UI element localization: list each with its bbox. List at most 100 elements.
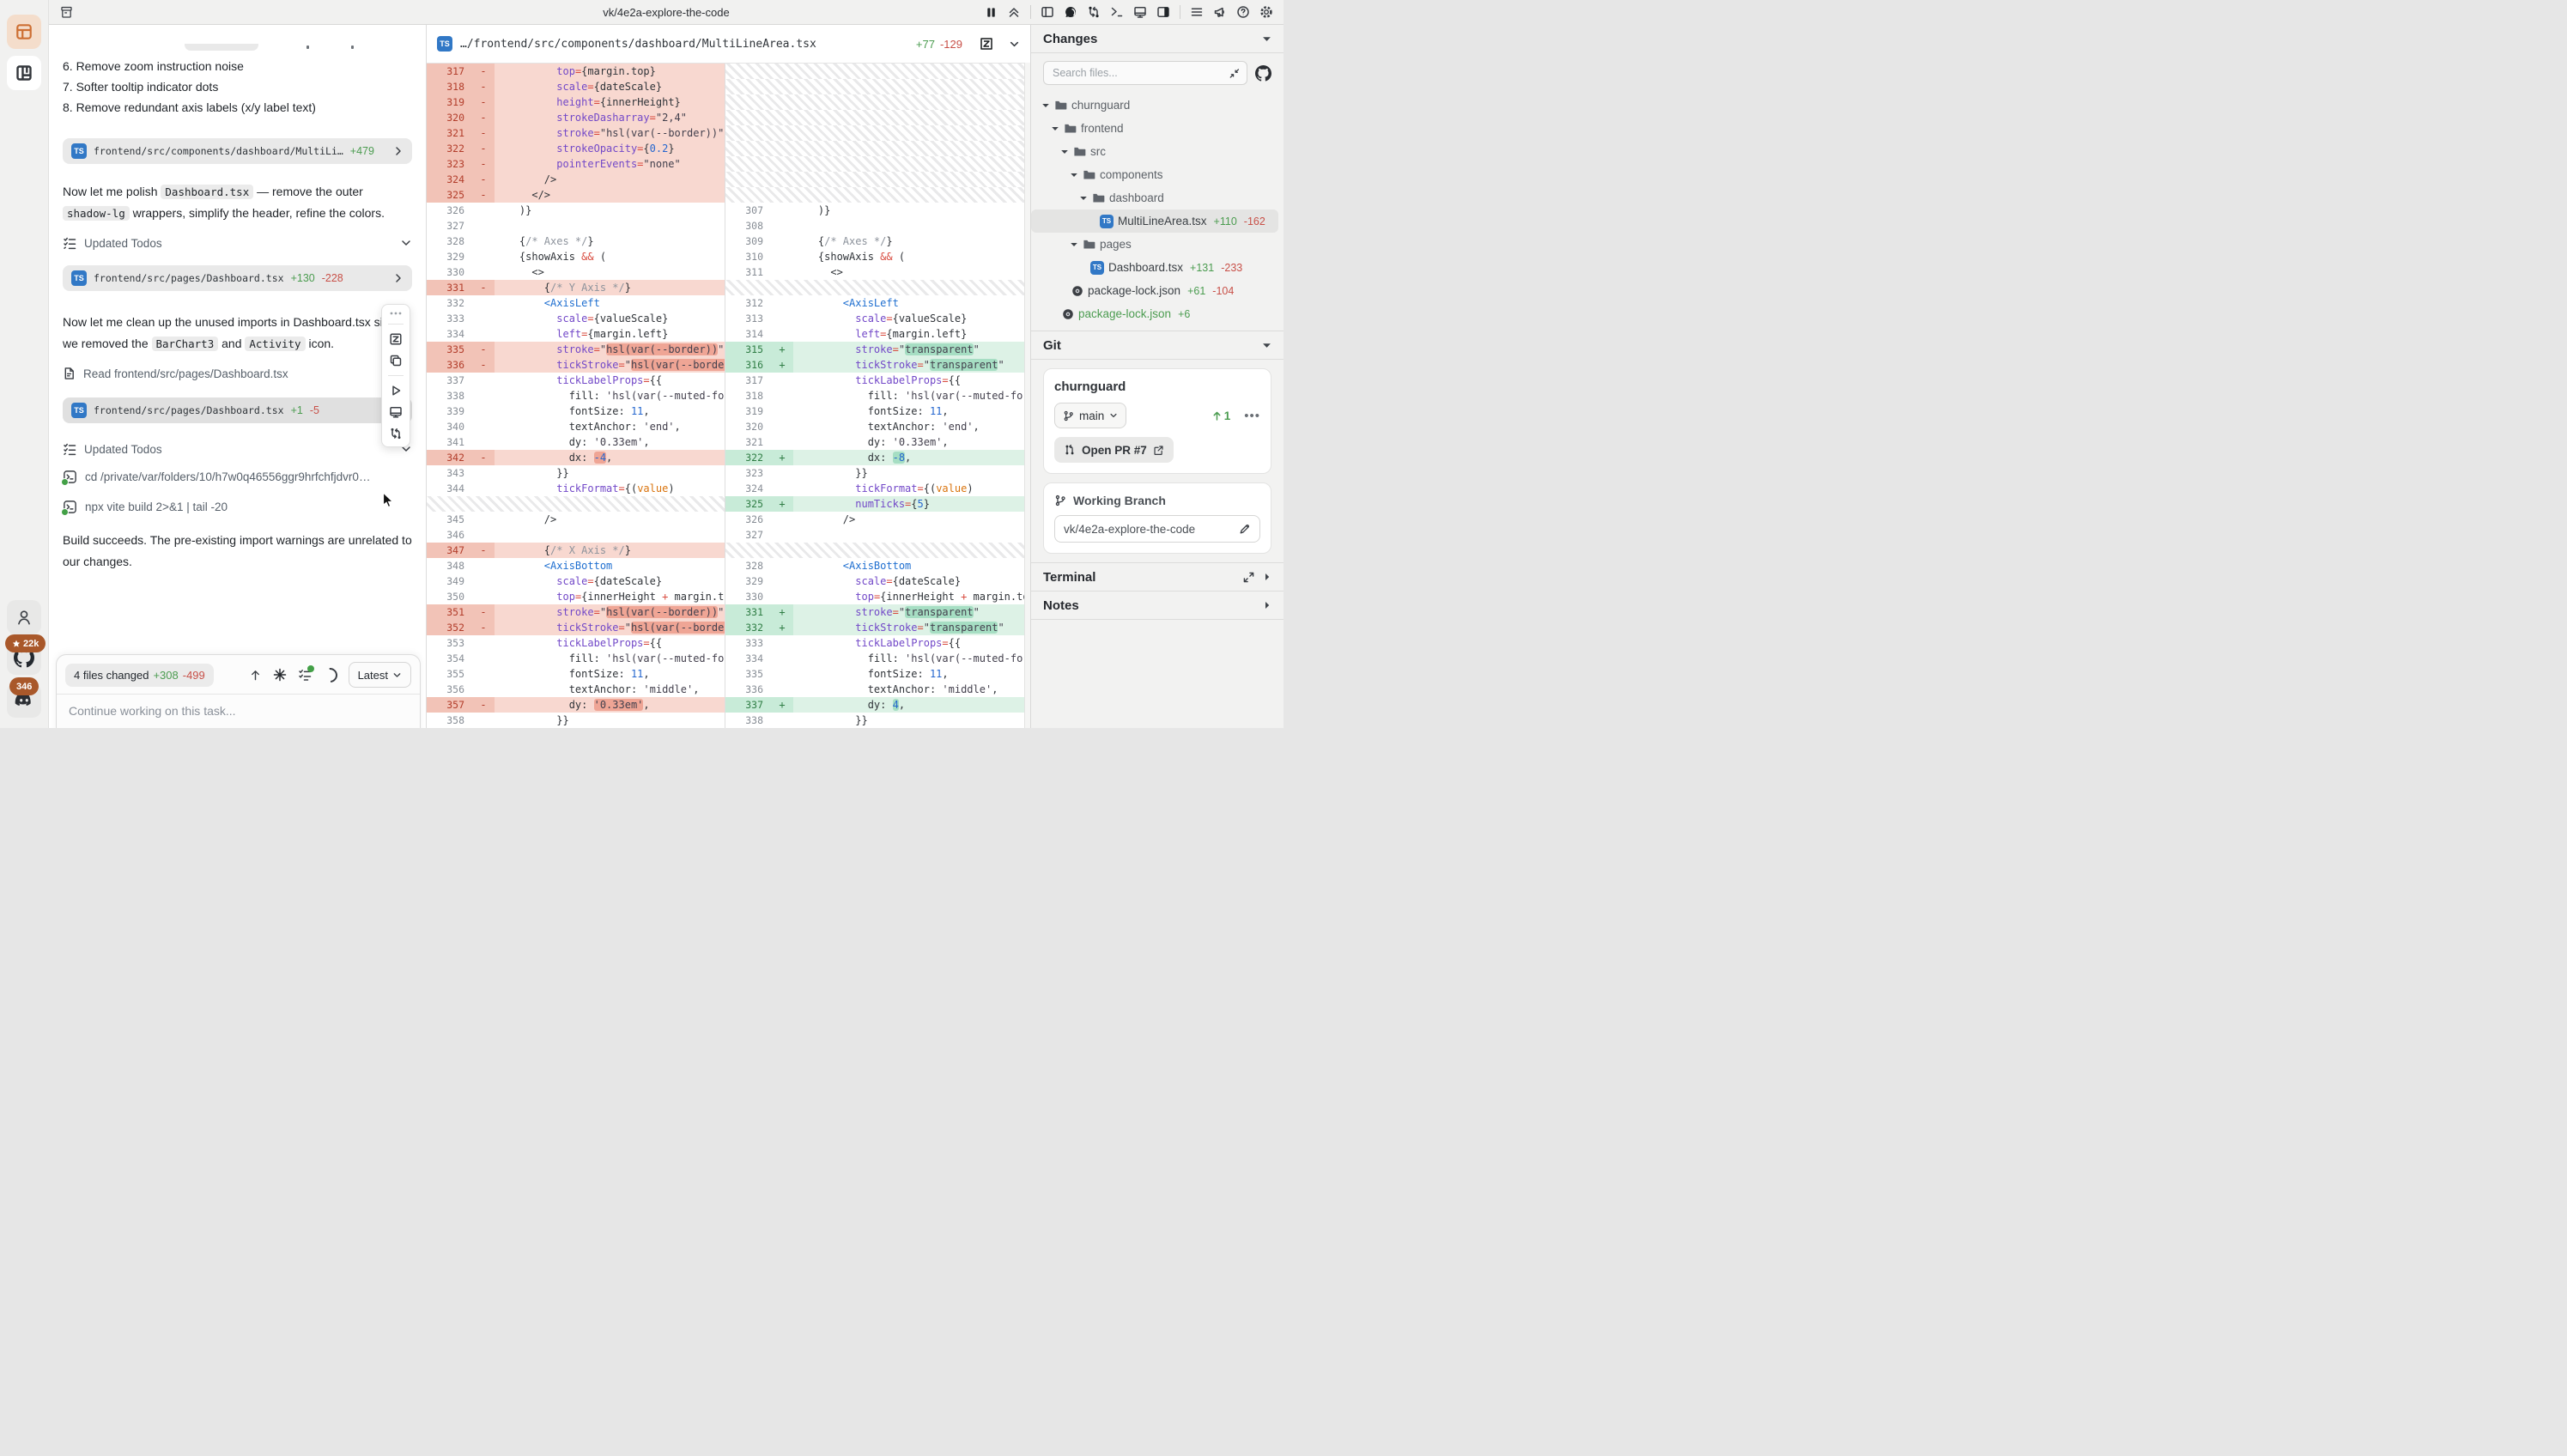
list-item: 6. Remove zoom instruction noise [63, 56, 412, 76]
updated-todos-row[interactable]: Updated Todos [63, 236, 412, 250]
diff-filler-row [725, 280, 1030, 295]
account-button[interactable] [7, 600, 41, 634]
copy-button[interactable] [389, 354, 403, 367]
diff-row: 353 tickLabelProps={{ [427, 635, 725, 651]
menu-button[interactable] [1190, 5, 1204, 19]
diff-row: 309 {/* Axes */} [725, 234, 1030, 249]
chevron-down-icon [1070, 240, 1078, 249]
inline-code: Dashboard.tsx [161, 185, 253, 199]
message-input[interactable] [67, 703, 413, 719]
folder-icon [1054, 99, 1067, 112]
tree-file-package-lock.json[interactable]: package-lock.json+6 [1031, 302, 1278, 325]
tree-folder-src[interactable]: src [1031, 140, 1278, 163]
tree-file-MultiLineArea.tsx[interactable]: TSMultiLineArea.tsx+110-162 [1031, 209, 1278, 233]
github-sync-button[interactable] [1255, 65, 1271, 82]
spark-icon[interactable] [273, 668, 287, 682]
tree-folder-pages[interactable]: pages [1031, 233, 1278, 256]
notes-section-header[interactable]: Notes [1031, 592, 1284, 620]
repo-name: churnguard [1054, 379, 1260, 394]
view-changes-button[interactable] [389, 332, 403, 346]
changes-search-row [1031, 53, 1284, 88]
git-branch-icon [1054, 494, 1066, 507]
tree-file-package-lock.json[interactable]: package-lock.json+61-104 [1031, 279, 1278, 302]
branch-dropdown[interactable]: main [1054, 403, 1126, 428]
user-icon [15, 608, 33, 627]
additions-count: +61 [1187, 285, 1205, 297]
more-options-button[interactable]: ••• [1244, 409, 1260, 423]
collapse-all-button[interactable] [1007, 5, 1021, 19]
tree-item-label: dashboard [1109, 191, 1164, 204]
feedback-button[interactable] [1213, 5, 1227, 19]
preview-button[interactable] [389, 405, 403, 419]
archive-button[interactable] [59, 5, 74, 20]
working-branch-field[interactable]: vk/4e2a-explore-the-code [1054, 515, 1260, 543]
help-button[interactable] [1236, 5, 1250, 19]
read-file-row[interactable]: Read frontend/src/pages/Dashboard.tsx [63, 367, 412, 380]
chevron-down-icon [1051, 124, 1059, 133]
panels-layout-icon [15, 22, 33, 41]
open-pr-button[interactable]: Open PR #7 [1054, 437, 1174, 463]
terminal-command-row[interactable]: cd /private/var/folders/10/h7w0q46556ggr… [63, 470, 412, 484]
chevron-down-icon [1262, 34, 1271, 44]
more-options-button[interactable] [389, 311, 403, 316]
diff-row: 320- strokeDasharray="2,4" [427, 110, 725, 125]
diff-row: 335 fontSize: 11, [725, 666, 1030, 682]
chevron-down-icon[interactable] [1009, 39, 1020, 50]
chat-panel-toggle[interactable] [1064, 5, 1077, 19]
diff-row: 324 tickFormat={(value) [725, 481, 1030, 496]
tree-folder-dashboard[interactable]: dashboard [1031, 186, 1278, 209]
files-changed-chip[interactable]: 4 files changed +308 -499 [65, 664, 214, 687]
file-diff-chip[interactable]: TS frontend/src/pages/Dashboard.tsx +130… [63, 265, 412, 291]
panel-left-toggle[interactable] [1041, 5, 1054, 19]
git-section-header[interactable]: Git [1031, 331, 1284, 360]
board-view-button[interactable] [7, 56, 41, 90]
diff-row: 344 tickFormat={(value) [427, 481, 725, 496]
diff-scrollbar[interactable] [1024, 63, 1030, 728]
tree-folder-components[interactable]: components [1031, 163, 1278, 186]
diff-row: 351- stroke="hsl(var(--border))" [427, 604, 725, 620]
terminal-command-row[interactable]: npx vite build 2>&1 | tail -20 [63, 500, 412, 514]
tree-file-Dashboard.tsx[interactable]: TSDashboard.tsx+131-233 [1031, 256, 1278, 279]
git-compare-button[interactable] [389, 427, 403, 440]
diff-filler-row [725, 94, 1030, 110]
scroll-up-button[interactable] [249, 669, 262, 682]
topbar-actions [985, 5, 1273, 19]
git-compare-toggle[interactable] [1087, 5, 1101, 19]
tasks-view-button[interactable] [7, 15, 41, 49]
typescript-icon: TS [71, 270, 87, 286]
chevron-down-icon [1060, 148, 1069, 156]
expand-icon[interactable] [1243, 572, 1254, 583]
commits-ahead[interactable]: 1 [1211, 410, 1231, 422]
search-box[interactable] [1043, 61, 1247, 85]
version-dropdown[interactable]: Latest [349, 662, 411, 688]
panel-right-toggle[interactable] [1156, 5, 1170, 19]
diff-logo-icon[interactable] [979, 36, 994, 52]
tree-folder-churnguard[interactable]: churnguard [1031, 94, 1278, 117]
collapse-tree-icon[interactable] [1229, 68, 1240, 79]
archive-icon [59, 5, 74, 20]
pause-button[interactable] [985, 6, 998, 19]
search-input[interactable] [1051, 66, 1224, 80]
discord-count-badge: 346 [9, 677, 39, 695]
todos-status-button[interactable] [298, 668, 312, 682]
app-window: 22k 346 vk/4e2a-explore-the-code [0, 0, 1284, 728]
terminal-toggle[interactable] [1110, 5, 1124, 19]
terminal-section-header[interactable]: Terminal [1031, 562, 1284, 592]
tree-item-label: components [1100, 168, 1163, 181]
settings-button[interactable] [1259, 5, 1273, 19]
changes-section-header[interactable]: Changes [1031, 25, 1284, 53]
github-stars-badge: 22k [5, 634, 46, 652]
run-button[interactable] [389, 384, 403, 397]
diff-row: 345 /> [427, 512, 725, 527]
clipped-text-fragment [351, 46, 354, 49]
diff-additions: +77 [916, 38, 935, 51]
tree-folder-frontend[interactable]: frontend [1031, 117, 1278, 140]
edit-branch-icon[interactable] [1239, 523, 1251, 535]
folder-icon [1083, 238, 1095, 251]
file-diff-chip[interactable]: TS frontend/src/components/dashboard/Mul… [63, 138, 412, 164]
updated-todos-row[interactable]: Updated Todos [63, 442, 412, 456]
diff-row: 349 scale={dateScale} [427, 573, 725, 589]
file-diff-chip[interactable]: TS frontend/src/pages/Dashboard.tsx +1 -… [63, 397, 412, 423]
diff-row: 323 }} [725, 465, 1030, 481]
monitor-toggle[interactable] [1133, 5, 1147, 19]
